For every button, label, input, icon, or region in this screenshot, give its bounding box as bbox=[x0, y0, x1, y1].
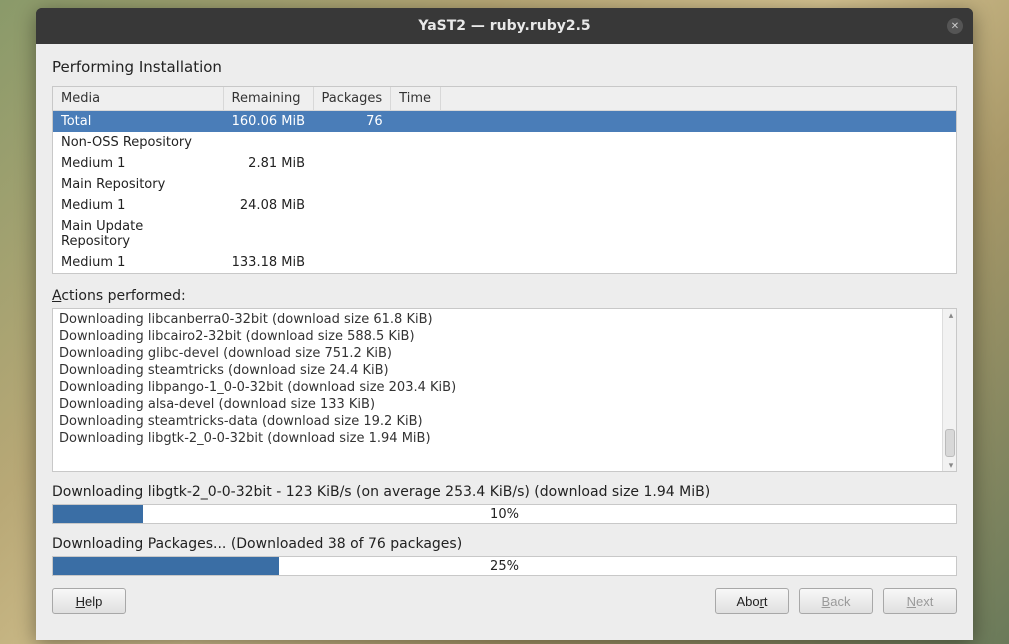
col-filler bbox=[441, 87, 956, 111]
cell-time bbox=[391, 216, 441, 252]
cell-filler bbox=[441, 153, 956, 174]
log-line: Downloading libcanberra0-32bit (download… bbox=[53, 311, 942, 328]
button-bar: Help Abort Back Next bbox=[52, 588, 957, 614]
cell-media: Medium 1 bbox=[53, 153, 223, 174]
cell-media: Medium 1 bbox=[53, 195, 223, 216]
cell-filler bbox=[441, 252, 956, 273]
scroll-thumb[interactable] bbox=[945, 429, 955, 457]
log-line: Downloading alsa-devel (download size 13… bbox=[53, 396, 942, 413]
cell-packages bbox=[313, 153, 391, 174]
table-row[interactable]: Total160.06 MiB76 bbox=[53, 111, 956, 133]
log-line: Downloading libcairo2-32bit (download si… bbox=[53, 328, 942, 345]
window-title: YaST2 — ruby.ruby2.5 bbox=[418, 18, 590, 34]
table-row[interactable]: Medium 124.08 MiB bbox=[53, 195, 956, 216]
col-media[interactable]: Media bbox=[53, 87, 223, 111]
log-line: Downloading libgtk-2_0-0-32bit (download… bbox=[53, 430, 942, 447]
cell-remaining: 133.18 MiB bbox=[223, 252, 313, 273]
cell-packages: 76 bbox=[313, 111, 391, 133]
close-icon[interactable]: ✕ bbox=[947, 18, 963, 34]
log-line: Downloading steamtricks (download size 2… bbox=[53, 362, 942, 379]
cell-media: Main Update Repository bbox=[53, 216, 223, 252]
overall-status: Downloading Packages... (Downloaded 38 o… bbox=[52, 536, 957, 552]
cell-packages bbox=[313, 174, 391, 195]
table-row[interactable]: Main Update Repository bbox=[53, 216, 956, 252]
cell-time bbox=[391, 195, 441, 216]
scroll-up-icon[interactable]: ▴ bbox=[947, 311, 955, 319]
table-row[interactable]: Non-OSS Repository bbox=[53, 132, 956, 153]
cell-time bbox=[391, 153, 441, 174]
back-button[interactable]: Back bbox=[799, 588, 873, 614]
cell-packages bbox=[313, 252, 391, 273]
cell-media: Main Repository bbox=[53, 174, 223, 195]
cell-time bbox=[391, 174, 441, 195]
cell-time bbox=[391, 252, 441, 273]
col-packages[interactable]: Packages bbox=[313, 87, 391, 111]
progress-label: 10% bbox=[53, 505, 956, 523]
cell-packages bbox=[313, 195, 391, 216]
cell-filler bbox=[441, 216, 956, 252]
cell-filler bbox=[441, 132, 956, 153]
abort-button[interactable]: Abort bbox=[715, 588, 789, 614]
progress-label: 25% bbox=[53, 557, 956, 575]
current-download-progress: 10% bbox=[52, 504, 957, 524]
current-download-status: Downloading libgtk-2_0-0-32bit - 123 KiB… bbox=[52, 484, 957, 500]
table-header-row: Media Remaining Packages Time bbox=[53, 87, 956, 111]
col-time[interactable]: Time bbox=[391, 87, 441, 111]
cell-packages bbox=[313, 132, 391, 153]
content-area: Performing Installation Media Remaining … bbox=[36, 44, 973, 640]
scroll-down-icon[interactable]: ▾ bbox=[947, 461, 955, 469]
cell-media: Total bbox=[53, 111, 223, 133]
help-button[interactable]: Help bbox=[52, 588, 126, 614]
cell-filler bbox=[441, 195, 956, 216]
cell-media: Medium 1 bbox=[53, 252, 223, 273]
table-row[interactable]: Main Repository bbox=[53, 174, 956, 195]
log-line: Downloading libpango-1_0-0-32bit (downlo… bbox=[53, 379, 942, 396]
media-table[interactable]: Media Remaining Packages Time Total160.0… bbox=[52, 86, 957, 274]
cell-filler bbox=[441, 111, 956, 133]
cell-remaining bbox=[223, 216, 313, 252]
page-title: Performing Installation bbox=[52, 58, 957, 76]
cell-remaining bbox=[223, 174, 313, 195]
next-button[interactable]: Next bbox=[883, 588, 957, 614]
log-line: Downloading glibc-devel (download size 7… bbox=[53, 345, 942, 362]
table-row[interactable]: Medium 1133.18 MiB bbox=[53, 252, 956, 273]
actions-label: Actions performed: bbox=[52, 288, 957, 304]
table-row[interactable]: Medium 12.81 MiB bbox=[53, 153, 956, 174]
cell-media: Non-OSS Repository bbox=[53, 132, 223, 153]
cell-packages bbox=[313, 216, 391, 252]
scrollbar[interactable]: ▴ ▾ bbox=[942, 309, 956, 471]
cell-remaining bbox=[223, 132, 313, 153]
overall-progress: 25% bbox=[52, 556, 957, 576]
cell-remaining: 160.06 MiB bbox=[223, 111, 313, 133]
actions-log[interactable]: Downloading libcanberra0-32bit (download… bbox=[52, 308, 957, 472]
cell-filler bbox=[441, 174, 956, 195]
yast-window: YaST2 — ruby.ruby2.5 ✕ Performing Instal… bbox=[36, 8, 973, 640]
col-remaining[interactable]: Remaining bbox=[223, 87, 313, 111]
cell-remaining: 24.08 MiB bbox=[223, 195, 313, 216]
log-line: Downloading steamtricks-data (download s… bbox=[53, 413, 942, 430]
cell-remaining: 2.81 MiB bbox=[223, 153, 313, 174]
titlebar[interactable]: YaST2 — ruby.ruby2.5 ✕ bbox=[36, 8, 973, 44]
cell-time bbox=[391, 111, 441, 133]
cell-time bbox=[391, 132, 441, 153]
